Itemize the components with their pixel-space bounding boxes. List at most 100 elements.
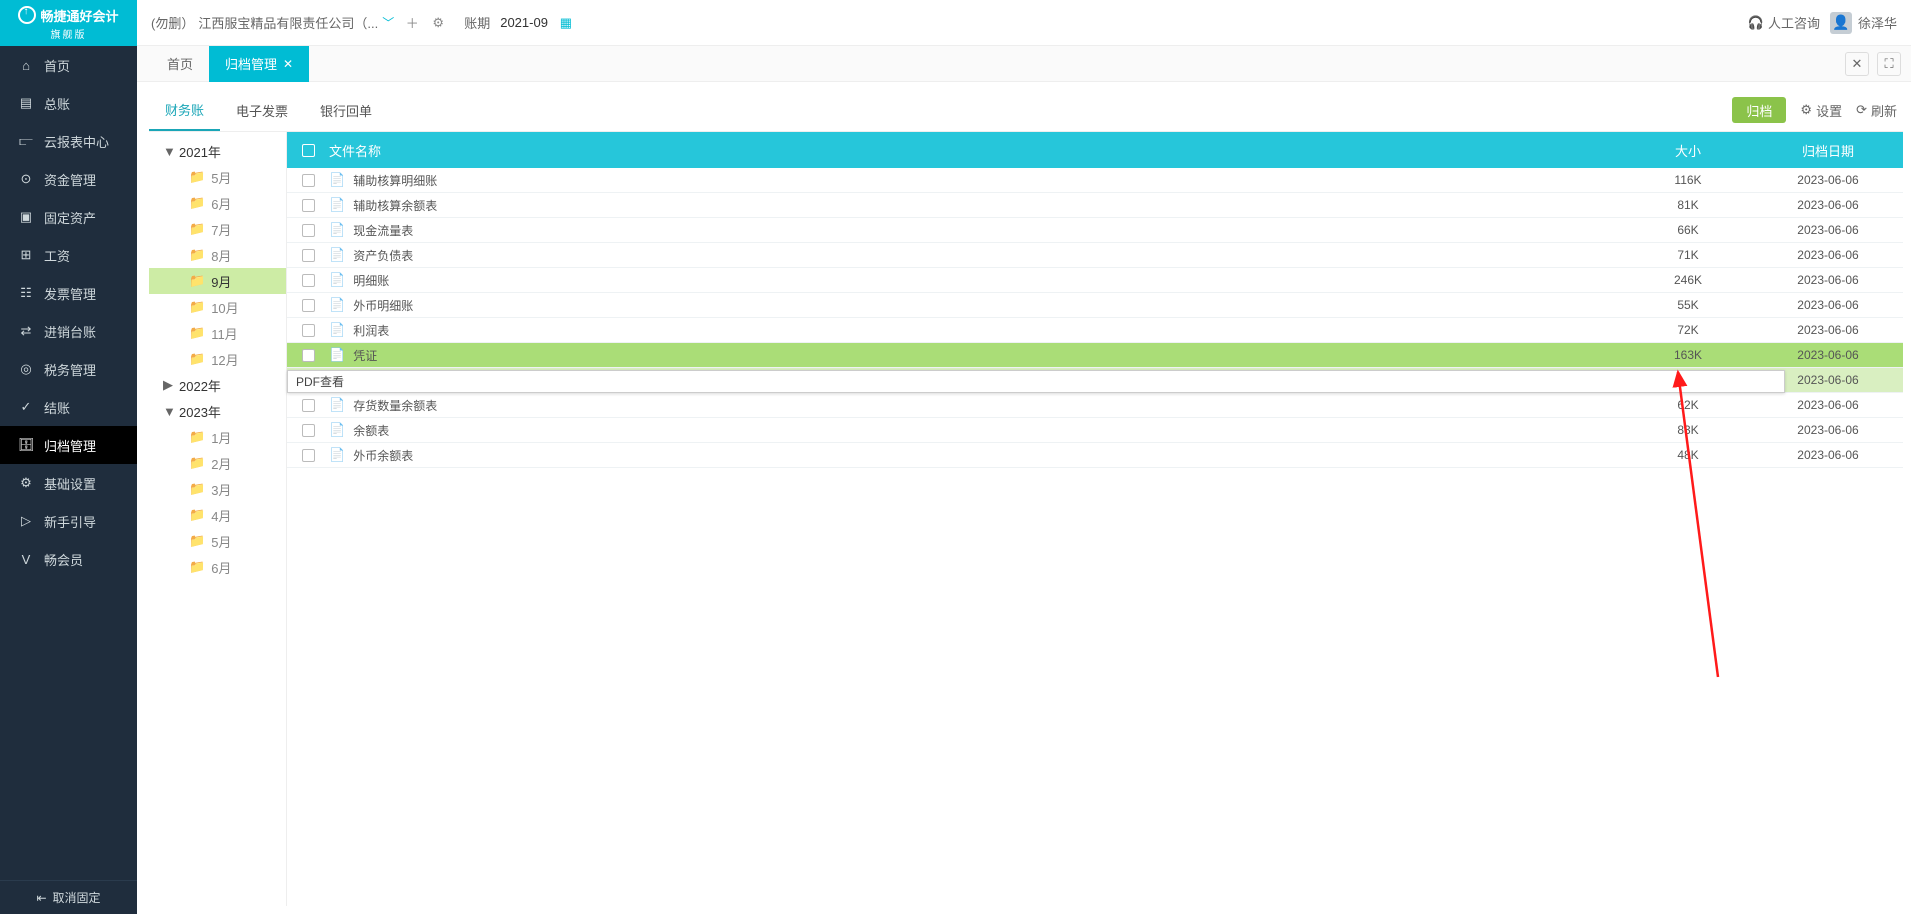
header-size: 大小 (1623, 141, 1753, 160)
table-row[interactable]: 📄辅助核算余额表81K2023-06-06 (287, 193, 1903, 218)
folder-icon: 📁 (189, 169, 205, 185)
sidebar-item-tax[interactable]: ◎税务管理 (0, 350, 137, 388)
row-checkbox[interactable] (302, 249, 315, 262)
row-checkbox[interactable] (302, 299, 315, 312)
salary-icon: ⊞ (18, 247, 34, 263)
page-tab[interactable]: 首页 (151, 46, 209, 82)
tab-close-button[interactable]: ✕ (1845, 52, 1869, 76)
row-checkbox[interactable] (302, 274, 315, 287)
tree-year-label: 2021年 (179, 142, 221, 161)
tree-month[interactable]: 📁11月 (149, 320, 286, 346)
sidebar-item-archive[interactable]: 🗄归档管理 (0, 426, 137, 464)
select-all-checkbox[interactable] (302, 144, 315, 157)
sidebar-item-label: 基础设置 (44, 474, 96, 493)
tree-month-label: 7月 (211, 220, 231, 239)
panel-tab[interactable]: 银行回单 (304, 89, 388, 131)
table-row[interactable]: 📄外币余额表48K2023-06-06 (287, 443, 1903, 468)
sidebar-unpin[interactable]: ⇤ 取消固定 (0, 880, 137, 914)
fullscreen-button[interactable]: ⛶ (1877, 52, 1901, 76)
tree-month-label: 3月 (211, 480, 231, 499)
folder-icon: 📁 (189, 221, 205, 237)
tree-month[interactable]: 📁5月 (149, 164, 286, 190)
sidebar-item-home[interactable]: ⌂首页 (0, 46, 137, 84)
tree-month[interactable]: 📁 7月 (149, 216, 286, 242)
row-checkbox[interactable] (302, 349, 315, 362)
table-row[interactable]: 📄余额表83K2023-06-06 (287, 418, 1903, 443)
tree-month[interactable]: 📁2月 (149, 450, 286, 476)
sidebar-item-vip[interactable]: V畅会员 (0, 540, 137, 578)
tree-year[interactable]: ▼2021年 (149, 138, 286, 164)
period-value[interactable]: 2021-09 (500, 15, 548, 30)
add-icon[interactable]: ＋ (404, 15, 420, 31)
close-icon[interactable]: ✕ (283, 57, 293, 71)
gear-icon[interactable]: ⚙ (430, 15, 446, 31)
refresh-link[interactable]: ⟳刷新 (1856, 101, 1897, 120)
refresh-icon: ⟳ (1856, 102, 1867, 118)
tree-month[interactable]: 📁 4月 (149, 502, 286, 528)
tree-month[interactable]: 📁8月 (149, 242, 286, 268)
tree-month-label: 11月 (211, 324, 238, 343)
chart-icon: ⫍ (18, 133, 34, 149)
calendar-icon[interactable]: ▦ (558, 15, 574, 31)
sidebar-item-guide[interactable]: ▷新手引导 (0, 502, 137, 540)
tree-month[interactable]: 📁5月 (149, 528, 286, 554)
table-row[interactable]: 📄辅助核算明细账116K2023-06-06 (287, 168, 1903, 193)
table-row[interactable]: 📄资产负债表71K2023-06-06 (287, 243, 1903, 268)
tree-year[interactable]: ▶2022年 (149, 372, 286, 398)
tree-month-label: 4月 (211, 506, 231, 525)
row-checkbox[interactable] (302, 399, 315, 412)
table-row[interactable]: 📄存货数量余额表62K2023-06-06 (287, 393, 1903, 418)
tree-month[interactable]: 📁12月 (149, 346, 286, 372)
sidebar-item-ledger[interactable]: ▤总账 (0, 84, 137, 122)
folder-icon: 📁 (189, 351, 205, 367)
file-date: 2023-06-06 (1753, 423, 1903, 437)
row-checkbox[interactable] (302, 174, 315, 187)
sidebar-item-label: 发票管理 (44, 284, 96, 303)
table-row[interactable]: 📄外币明细账55K2023-06-06 (287, 293, 1903, 318)
page-tab[interactable]: 归档管理✕ (209, 46, 309, 82)
sidebar-item-asset[interactable]: ▣固定资产 (0, 198, 137, 236)
file-date: 2023-06-06 (1753, 448, 1903, 462)
ledger-icon: ▤ (18, 95, 34, 111)
sidebar-item-salary[interactable]: ⊞工资 (0, 236, 137, 274)
settings-label: 设置 (1816, 101, 1842, 120)
sidebar-item-close-period[interactable]: ✓ 结账 (0, 388, 137, 426)
folder-icon: 📁 (189, 273, 205, 289)
sidebar-item-fund[interactable]: ⊙资金管理 (0, 160, 137, 198)
table-row[interactable]: 📄凭证163K2023-06-06 (287, 343, 1903, 368)
row-checkbox[interactable] (302, 324, 315, 337)
sidebar-item-label: 结账 (44, 398, 70, 417)
file-date: 2023-06-06 (1753, 173, 1903, 187)
tree-month[interactable]: 📁3月 (149, 476, 286, 502)
consult-link[interactable]: 🎧 人工咨询 (1748, 13, 1820, 32)
tree-month[interactable]: 📁9月 (149, 268, 286, 294)
user-menu[interactable]: 👤 徐泽华 (1830, 12, 1897, 34)
file-date: 2023-06-06 (1753, 398, 1903, 412)
tree-month[interactable]: 📁10月 (149, 294, 286, 320)
folder-icon: 📁 (189, 507, 205, 523)
sidebar-item-inout[interactable]: ⇄进销台账 (0, 312, 137, 350)
row-checkbox[interactable] (302, 449, 315, 462)
panel-tab[interactable]: 财务账 (149, 89, 220, 131)
row-checkbox[interactable] (302, 424, 315, 437)
close-period-icon: ✓ (18, 399, 34, 415)
company-selector[interactable]: (勿删） 江西服宝精品有限责任公司（... ﹀ (151, 13, 394, 32)
tree-month[interactable]: 📁6月 (149, 190, 286, 216)
archive-button[interactable]: 归档 (1732, 97, 1786, 123)
sidebar-item-chart[interactable]: ⫍云报表中心 (0, 122, 137, 160)
tree-month[interactable]: 📁6月 (149, 554, 286, 580)
tree-year[interactable]: ▼2023年 (149, 398, 286, 424)
table-row[interactable]: 📄利润表72K2023-06-06 (287, 318, 1903, 343)
sidebar-item-invoice[interactable]: ☷发票管理 (0, 274, 137, 312)
tree-month[interactable]: 📁1月 (149, 424, 286, 450)
panel-tabs: 财务账电子发票银行回单 归档 ⚙设置 ⟳刷新 (149, 90, 1903, 132)
panel-tab[interactable]: 电子发票 (220, 89, 304, 131)
table-row[interactable]: 📄现金流量表66K2023-06-06 (287, 218, 1903, 243)
row-checkbox[interactable] (302, 224, 315, 237)
table-row[interactable]: 📄明细账246K2023-06-06 (287, 268, 1903, 293)
headset-icon: 🎧 (1748, 15, 1764, 31)
settings-link[interactable]: ⚙设置 (1800, 101, 1842, 120)
sidebar-item-settings[interactable]: ⚙基础设置 (0, 464, 137, 502)
row-checkbox[interactable] (302, 199, 315, 212)
file-size: 81K (1623, 198, 1753, 212)
